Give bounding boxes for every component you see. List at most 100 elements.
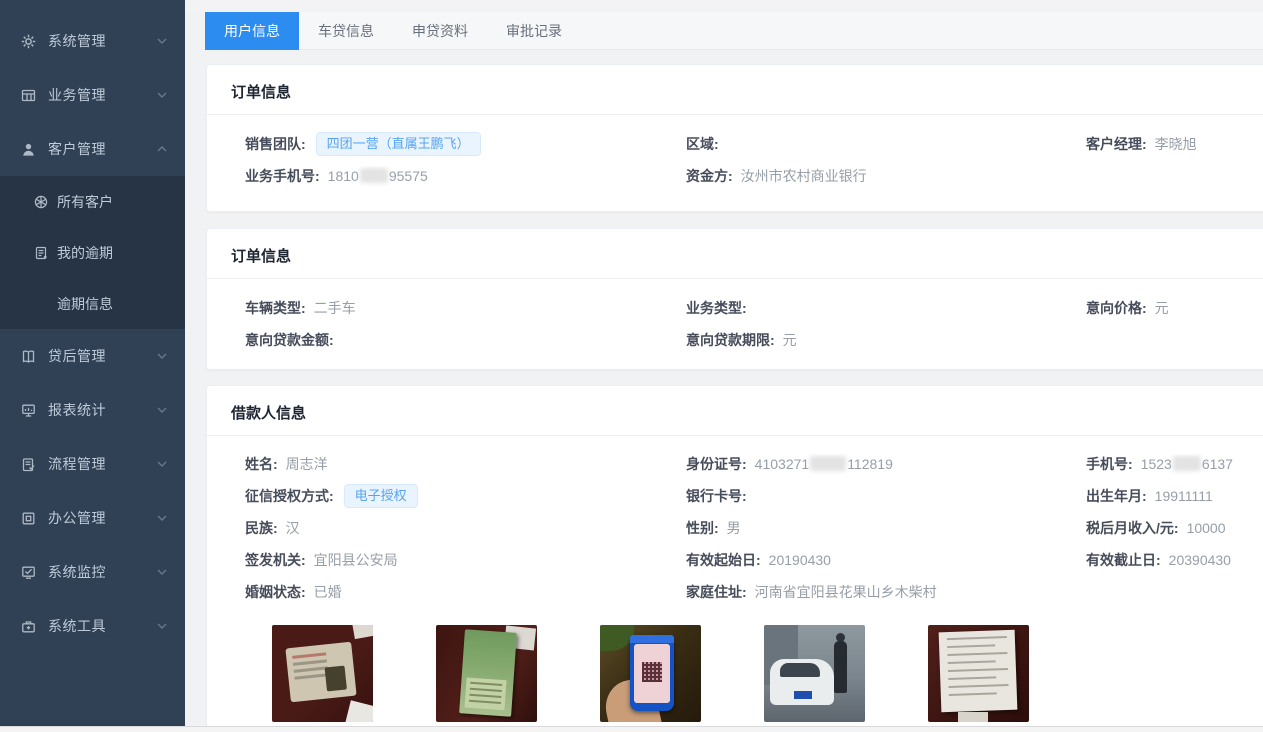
ethnicity-value: 汉 (286, 518, 300, 538)
sidebar-item-overdue-info[interactable]: 逾期信息 (0, 278, 185, 329)
sidebar-item-process-management[interactable]: 流程管理 (0, 437, 185, 491)
income-label: 税后月收入/元: (1086, 518, 1179, 538)
tab-car-loan-info[interactable]: 车贷信息 (299, 12, 393, 50)
income-value: 10000 (1187, 520, 1226, 536)
chevron-down-icon (157, 623, 167, 629)
thumb-phone-qr-photo[interactable] (600, 625, 701, 722)
loan-term-value: 元 (783, 330, 797, 350)
chevron-down-icon (157, 569, 167, 575)
bank-card-label: 银行卡号: (686, 486, 747, 506)
sidebar-item-label: 流程管理 (48, 454, 106, 474)
screen-check-icon (20, 564, 36, 580)
issuing-authority-value: 宜阳县公安局 (314, 550, 398, 570)
mobile-label: 手机号: (1086, 454, 1133, 474)
sidebar-item-label: 我的逾期 (57, 243, 113, 263)
tab-approval-records[interactable]: 审批记录 (487, 12, 581, 50)
card-title: 订单信息 (207, 229, 1263, 279)
sidebar-item-office-management[interactable]: 办公管理 (0, 491, 185, 545)
valid-to-label: 有效截止日: (1086, 550, 1161, 570)
sidebar: 系统管理 业务管理 (0, 0, 185, 726)
account-manager-value: 李晓旭 (1155, 134, 1197, 154)
name-label: 姓名: (245, 454, 278, 474)
region-label: 区域: (686, 134, 719, 154)
sidebar-item-label: 系统工具 (48, 616, 106, 636)
thumb-green-booklet-photo[interactable] (436, 625, 537, 722)
sales-team-tag[interactable]: 四团一营（直属王鹏飞） (316, 132, 481, 156)
id-number-value: 4103271112819 (755, 456, 893, 472)
name-value: 周志洋 (286, 454, 328, 474)
redaction-blur (810, 456, 846, 471)
intent-price-value: 元 (1155, 298, 1169, 318)
credit-auth-label: 征信授权方式: (245, 486, 334, 506)
thumb-id-card-photo[interactable] (272, 625, 373, 722)
sidebar-item-business-management[interactable]: 业务管理 (0, 68, 185, 122)
sidebar-item-label: 逾期信息 (57, 294, 113, 314)
toolbox-icon (20, 618, 36, 634)
birth-date-value: 19911111 (1155, 488, 1213, 504)
sidebar-item-system-tools[interactable]: 系统工具 (0, 599, 185, 653)
chevron-down-icon (157, 38, 167, 44)
chevron-down-icon (157, 407, 167, 413)
chevron-down-icon (157, 461, 167, 467)
sidebar-item-label: 办公管理 (48, 508, 106, 528)
borrower-info-card: 借款人信息 姓名: 周志洋 身份证号: 4103271112819 手机号: 1… (206, 385, 1263, 732)
sidebar-item-report-statistics[interactable]: 报表统计 (0, 383, 185, 437)
document-photos-row: 身份证照片 驾驶证照片 授权截图 (272, 625, 1246, 732)
sidebar-item-all-customers[interactable]: 所有客户 (0, 176, 185, 227)
gender-value: 男 (727, 518, 741, 538)
redaction-blur (360, 168, 388, 183)
sidebar-item-postloan-management[interactable]: 贷后管理 (0, 329, 185, 383)
sidebar-item-label: 所有客户 (57, 192, 113, 212)
table-icon (20, 87, 36, 103)
sidebar-item-label: 客户管理 (48, 139, 106, 159)
funder-value: 汝州市农村商业银行 (741, 166, 867, 186)
sidebar-item-customer-management[interactable]: 客户管理 (0, 122, 185, 176)
marital-status-label: 婚姻状态: (245, 582, 306, 602)
valid-from-label: 有效起始日: (686, 550, 761, 570)
gear-icon (20, 33, 36, 49)
sidebar-item-my-overdue[interactable]: 我的逾期 (0, 227, 185, 278)
sidebar-item-label: 业务管理 (48, 85, 106, 105)
order-info-card-1: 订单信息 销售团队: 四团一营（直属王鹏飞） 区域: 客户经理: 李晓旭 (206, 64, 1263, 212)
mobile-value: 15236137 (1141, 456, 1233, 472)
sidebar-item-system-monitor[interactable]: 系统监控 (0, 545, 185, 599)
sidebar-item-label: 系统监控 (48, 562, 106, 582)
id-number-label: 身份证号: (686, 454, 747, 474)
sidebar-item-label: 报表统计 (48, 400, 106, 420)
valid-to-value: 20390430 (1169, 552, 1231, 568)
vehicle-type-value: 二手车 (314, 298, 356, 318)
sales-team-label: 销售团队: (245, 134, 306, 154)
chevron-up-icon (157, 146, 167, 152)
vehicle-type-label: 车辆类型: (245, 298, 306, 318)
business-phone-label: 业务手机号: (245, 166, 320, 186)
business-phone-value: 181095575 (328, 168, 428, 184)
customers-icon (33, 194, 48, 209)
ethnicity-label: 民族: (245, 518, 278, 538)
intent-price-label: 意向价格: (1086, 298, 1147, 318)
issuing-authority-label: 签发机关: (245, 550, 306, 570)
sidebar-item-system-management[interactable]: 系统管理 (0, 14, 185, 68)
birth-date-label: 出生年月: (1086, 486, 1147, 506)
card-title: 订单信息 (207, 65, 1263, 115)
sidebar-item-label: 贷后管理 (48, 346, 106, 366)
thumb-car-person-photo[interactable] (764, 625, 865, 722)
loan-term-label: 意向贷款期限: (686, 330, 775, 350)
home-address-value: 河南省宜阳县花果山乡木柴村 (755, 582, 937, 602)
tab-loan-application-materials[interactable]: 申贷资料 (393, 12, 487, 50)
valid-from-value: 20190430 (769, 552, 831, 568)
loan-amount-label: 意向贷款金额: (245, 330, 334, 350)
sidebar-item-label: 系统管理 (48, 31, 106, 51)
credit-auth-tag[interactable]: 电子授权 (344, 484, 418, 508)
order-info-card-2: 订单信息 车辆类型: 二手车 业务类型: 意向价格: 元 (206, 228, 1263, 370)
thumb-document-photo[interactable] (928, 625, 1029, 722)
chevron-down-icon (157, 353, 167, 359)
account-manager-label: 客户经理: (1086, 134, 1147, 154)
monitor-icon (20, 402, 36, 418)
horizontal-scrollbar[interactable] (0, 726, 1263, 732)
detail-tabs: 用户信息 车贷信息 申贷资料 审批记录 (205, 12, 1263, 50)
document-icon (33, 245, 48, 260)
sidebar-submenu-customer: 所有客户 我的逾期 逾期信息 (0, 176, 185, 329)
tab-user-info[interactable]: 用户信息 (205, 12, 299, 50)
gender-label: 性别: (686, 518, 719, 538)
redaction-blur (1173, 456, 1201, 471)
